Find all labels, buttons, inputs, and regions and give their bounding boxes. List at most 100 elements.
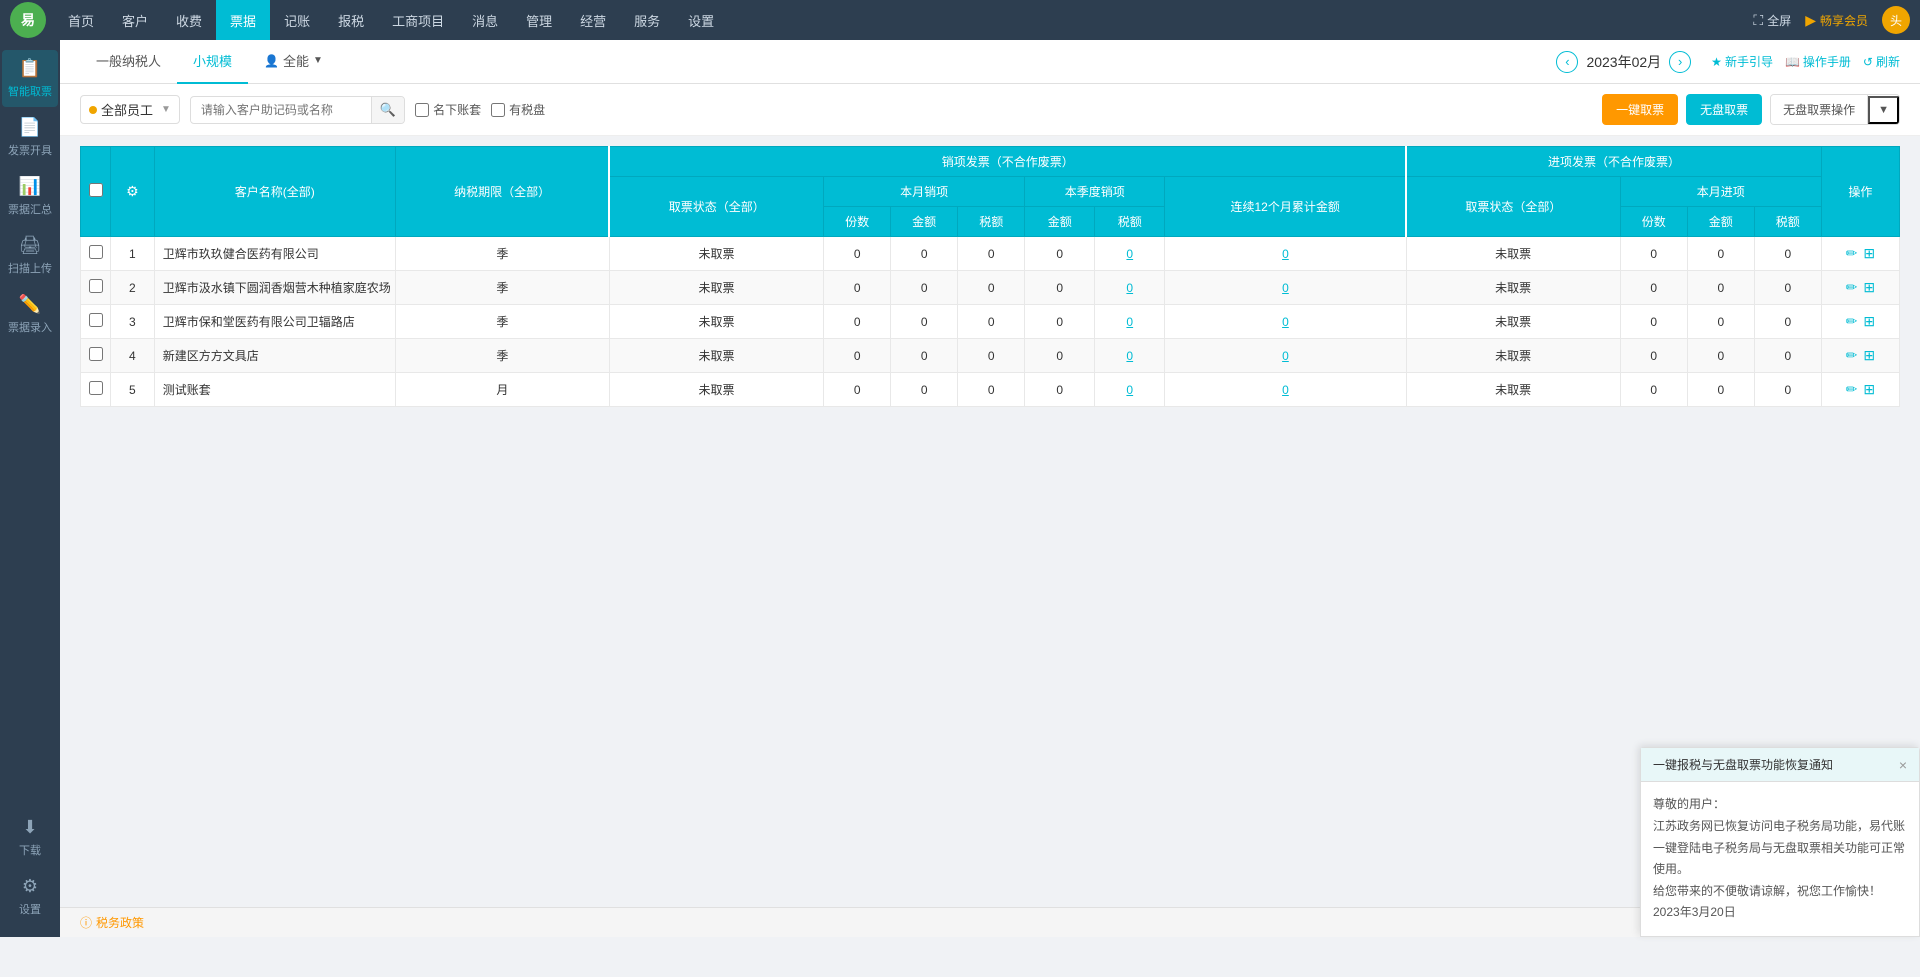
- row-sales-tax: 0: [958, 237, 1025, 271]
- row-num: 5: [111, 373, 155, 407]
- sales-annual-link[interactable]: 0: [1282, 315, 1289, 329]
- sales-q-tax-link[interactable]: 0: [1126, 281, 1133, 295]
- notification-close-btn[interactable]: ×: [1899, 757, 1907, 773]
- row-sales-annual: 0: [1165, 237, 1406, 271]
- one-key-fetch-btn[interactable]: 一键取票: [1602, 94, 1678, 125]
- table-row: 3 卫辉市保和堂医药有限公司卫辐路店 季 未取票 0 0 0 0 0 0 未取票…: [81, 305, 1900, 339]
- top-navigation: 易 首页 客户 收费 票据 记账 报税 工商项目 消息 管理 经营 服务 设置 …: [0, 0, 1920, 40]
- edit-icon[interactable]: ✏: [1846, 347, 1858, 364]
- sales-annual-link[interactable]: 0: [1282, 349, 1289, 363]
- sidebar-item-scan-upload[interactable]: 🖨 扫描上传: [2, 227, 58, 284]
- row-purchase-tax: 0: [1754, 271, 1821, 305]
- next-month-btn[interactable]: ›: [1669, 51, 1691, 73]
- row-sales-annual: 0: [1165, 373, 1406, 407]
- nav-tax[interactable]: 报税: [324, 0, 378, 40]
- row-checkbox[interactable]: [89, 381, 103, 395]
- edit-icon[interactable]: ✏: [1846, 245, 1858, 262]
- edit-icon[interactable]: ✏: [1846, 313, 1858, 330]
- tab-omnipotent-label: 全能: [283, 51, 309, 70]
- notification-panel: 一键报税与无盘取票功能恢复通知 × 尊敬的用户： 江苏政务网已恢复访问电子税务局…: [1640, 747, 1920, 937]
- row-checkbox[interactable]: [89, 347, 103, 361]
- sidebar-item-settings[interactable]: ⚙ 设置: [2, 868, 58, 925]
- no-side-fetch-main-btn[interactable]: 无盘取票操作: [1771, 95, 1868, 124]
- edit-icon[interactable]: ✏: [1846, 279, 1858, 296]
- detail-icon[interactable]: ⊞: [1863, 313, 1875, 330]
- sales-annual-link[interactable]: 0: [1282, 247, 1289, 261]
- vip-btn[interactable]: ▶ 畅享会员: [1805, 12, 1868, 29]
- row-sales-annual: 0: [1165, 339, 1406, 373]
- row-purchase-amount: 0: [1687, 237, 1754, 271]
- row-sales-amount: 0: [891, 271, 958, 305]
- th-sales-quarterly: 本季度销项: [1025, 177, 1165, 207]
- bottom-status-bar: ⓘ 税务政策: [60, 907, 1640, 937]
- avatar[interactable]: 头: [1882, 6, 1910, 34]
- nav-service[interactable]: 服务: [620, 0, 674, 40]
- table-row: 5 测试账套 月 未取票 0 0 0 0 0 0 未取票 0 0 0 ✏ ⊞: [81, 373, 1900, 407]
- employee-select[interactable]: 全部员工 ▼: [80, 95, 180, 124]
- fullscreen-btn[interactable]: ⛶ 全屏: [1753, 12, 1791, 29]
- row-sales-q-tax: 0: [1095, 373, 1165, 407]
- refresh-btn[interactable]: ↺ 刷新: [1863, 53, 1900, 70]
- sidebar-item-download[interactable]: ⬇ 下载: [2, 809, 58, 866]
- manual-btn[interactable]: 📖 操作手册: [1785, 53, 1851, 70]
- sales-q-tax-link[interactable]: 0: [1126, 247, 1133, 261]
- sales-annual-link[interactable]: 0: [1282, 281, 1289, 295]
- taxdisk-checkbox[interactable]: [491, 103, 505, 117]
- nav-ticket[interactable]: 票据: [216, 0, 270, 40]
- nav-bookkeeping[interactable]: 记账: [270, 0, 324, 40]
- detail-icon[interactable]: ⊞: [1863, 381, 1875, 398]
- row-client-name: 测试账套: [154, 373, 395, 407]
- detail-icon[interactable]: ⊞: [1863, 347, 1875, 364]
- manual-icon: 📖: [1785, 55, 1800, 69]
- tax-policy-link[interactable]: ⓘ 税务政策: [80, 914, 144, 931]
- detail-icon[interactable]: ⊞: [1863, 279, 1875, 296]
- header-checkbox[interactable]: [89, 183, 103, 197]
- row-purchase-tax: 0: [1754, 373, 1821, 407]
- checkbox-account[interactable]: 名下账套: [415, 101, 481, 118]
- nav-business[interactable]: 经营: [566, 0, 620, 40]
- search-input[interactable]: [191, 98, 371, 122]
- row-sales-annual: 0: [1165, 271, 1406, 305]
- nav-message[interactable]: 消息: [458, 0, 512, 40]
- row-sales-q-tax: 0: [1095, 339, 1165, 373]
- checkbox-account-label: 名下账套: [433, 101, 481, 118]
- sidebar-item-invoice-open[interactable]: 📄 发票开具: [2, 109, 58, 166]
- no-disk-fetch-btn[interactable]: 无盘取票: [1686, 94, 1762, 125]
- sales-q-tax-link[interactable]: 0: [1126, 383, 1133, 397]
- sales-annual-link[interactable]: 0: [1282, 383, 1289, 397]
- prev-month-btn[interactable]: ‹: [1556, 51, 1578, 73]
- row-checkbox-cell: [81, 271, 111, 305]
- sidebar-item-smart-ticket[interactable]: 📋 智能取票: [2, 50, 58, 107]
- row-checkbox[interactable]: [89, 279, 103, 293]
- no-side-fetch-arrow-btn[interactable]: ▼: [1868, 96, 1899, 124]
- row-checkbox[interactable]: [89, 313, 103, 327]
- nav-manage[interactable]: 管理: [512, 0, 566, 40]
- svg-text:易: 易: [21, 12, 35, 28]
- search-button[interactable]: 🔍: [371, 97, 404, 123]
- new-guide-btn[interactable]: ★ 新手引导: [1711, 53, 1773, 70]
- row-checkbox-cell: [81, 339, 111, 373]
- nav-settings[interactable]: 设置: [674, 0, 728, 40]
- tab-omnipotent[interactable]: 👤 全能 ▼: [248, 40, 339, 84]
- sales-q-tax-link[interactable]: 0: [1126, 315, 1133, 329]
- detail-icon[interactable]: ⊞: [1863, 245, 1875, 262]
- nav-customer[interactable]: 客户: [108, 0, 162, 40]
- row-operations: ✏ ⊞: [1821, 271, 1899, 305]
- row-purchase-amount: 0: [1687, 271, 1754, 305]
- row-tax-period: 季: [395, 339, 609, 373]
- table-settings-icon[interactable]: ⚙: [126, 183, 139, 199]
- nav-commerce[interactable]: 工商项目: [378, 0, 458, 40]
- row-checkbox[interactable]: [89, 245, 103, 259]
- nav-fee[interactable]: 收费: [162, 0, 216, 40]
- sidebar-item-ticket-entry[interactable]: ✏️ 票据录入: [2, 286, 58, 343]
- sidebar-item-ticket-summary[interactable]: 📊 票据汇总: [2, 168, 58, 225]
- nav-home[interactable]: 首页: [54, 0, 108, 40]
- tab-general-taxpayer[interactable]: 一般纳税人: [80, 40, 177, 84]
- logo[interactable]: 易: [10, 2, 46, 38]
- sales-q-tax-link[interactable]: 0: [1126, 349, 1133, 363]
- table-row: 4 新建区方方文具店 季 未取票 0 0 0 0 0 0 未取票 0 0 0 ✏…: [81, 339, 1900, 373]
- tab-small-scale[interactable]: 小规模: [177, 40, 248, 84]
- account-checkbox[interactable]: [415, 103, 429, 117]
- checkbox-taxdisk[interactable]: 有税盘: [491, 101, 545, 118]
- edit-icon[interactable]: ✏: [1846, 381, 1858, 398]
